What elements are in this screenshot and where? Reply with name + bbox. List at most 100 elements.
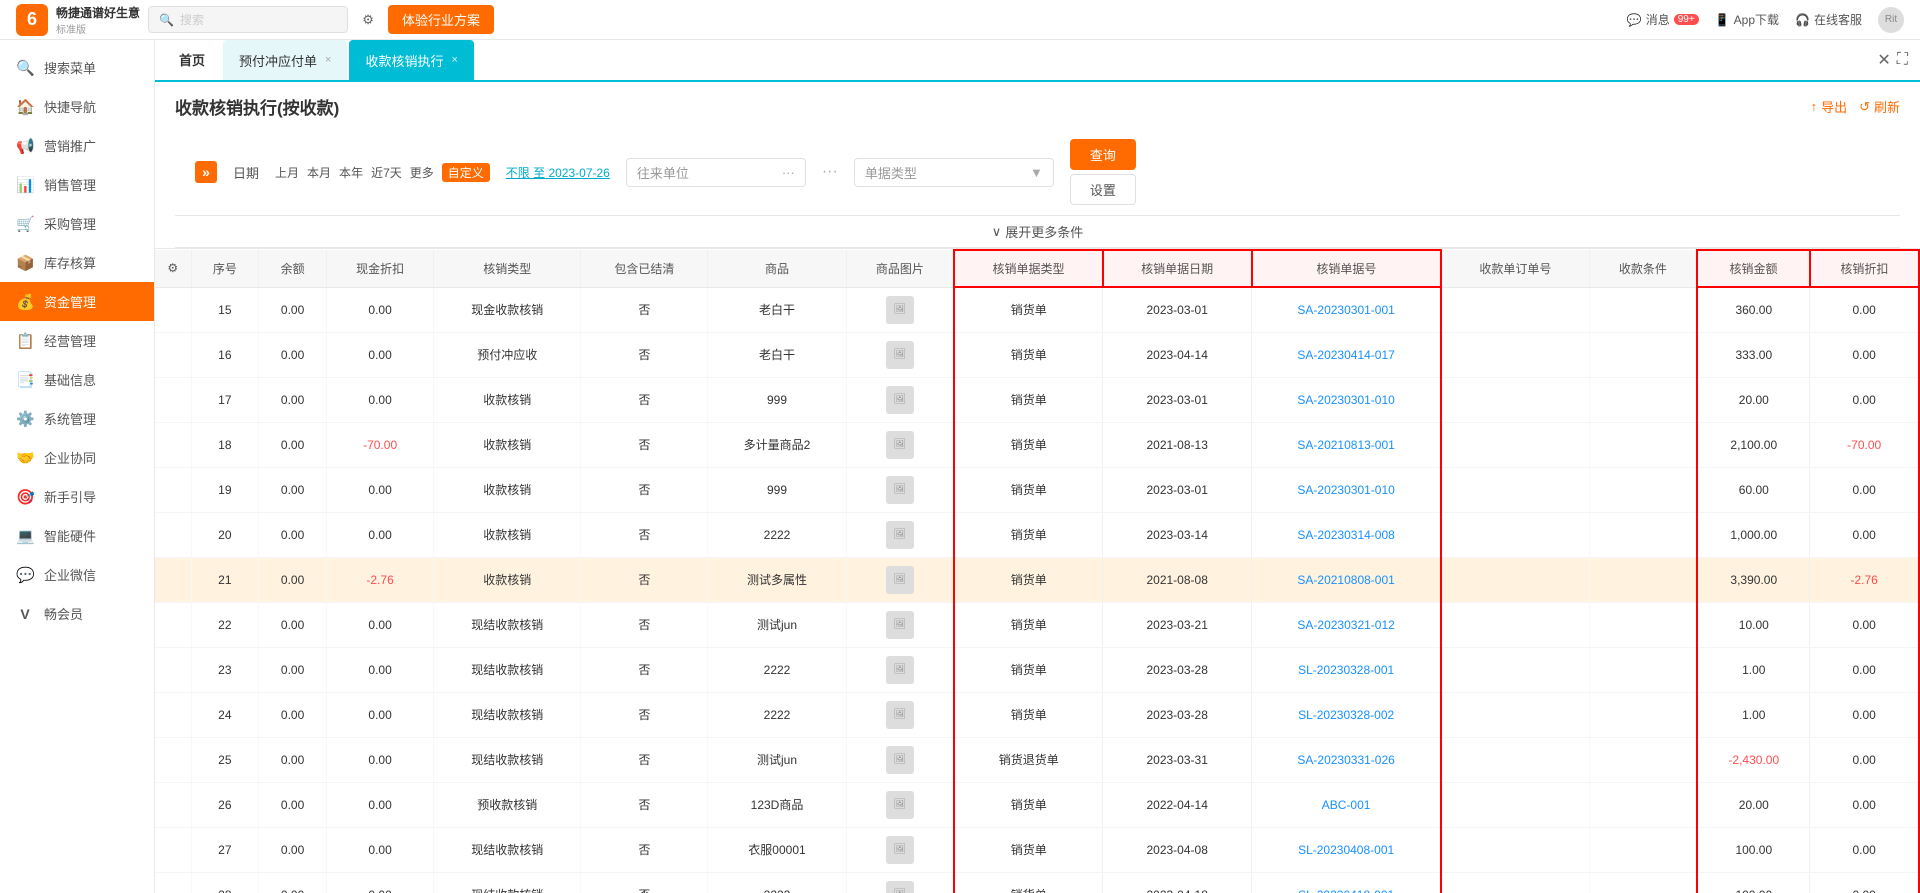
tab-collection[interactable]: 收款核销执行 × <box>349 40 473 80</box>
td-receipt-order-no <box>1441 377 1589 422</box>
export-btn[interactable]: ↑ 导出 <box>1811 97 1848 116</box>
brand-sub: 标准版 <box>56 21 140 36</box>
sidebar-item-operation[interactable]: 📋 经营管理 <box>0 321 154 360</box>
doc-link[interactable]: SA-20210808-001 <box>1297 573 1394 587</box>
sidebar-item-search[interactable]: 🔍 搜索菜单 <box>0 48 154 87</box>
td-cancel-discount: 0.00 <box>1810 692 1919 737</box>
expand-more-btn[interactable]: ∨ 展开更多条件 <box>992 222 1084 241</box>
date-opt-more[interactable]: 更多 <box>410 164 434 181</box>
page-actions: ↑ 导出 ↺ 刷新 <box>1811 97 1900 116</box>
filter-expand-btn[interactable]: » <box>195 161 217 183</box>
expand-icon: ∨ <box>992 224 1002 240</box>
sidebar-item-purchase[interactable]: 🛒 采购管理 <box>0 204 154 243</box>
table-row: 240.000.00现结收款核销否2222🖼销货单2023-03-28SL-20… <box>155 692 1919 737</box>
page-title: 收款核销执行(按收款) <box>175 94 339 119</box>
td-no: 17 <box>191 377 259 422</box>
search-bar-top[interactable]: 🔍 搜索 <box>148 6 348 33</box>
sidebar-item-sales[interactable]: 📊 销售管理 <box>0 165 154 204</box>
sidebar-item-finance[interactable]: 💰 资金管理 <box>0 282 154 321</box>
refresh-btn[interactable]: ↺ 刷新 <box>1859 97 1900 116</box>
doc-link[interactable]: SA-20230414-017 <box>1297 348 1394 362</box>
tab-expand-btn[interactable]: ⛶ <box>1897 51 1908 69</box>
table-row: 260.000.00预收款核销否123D商品🖼销货单2022-04-14ABC-… <box>155 782 1919 827</box>
online-service-btn[interactable]: 🎧 在线客服 <box>1795 11 1862 28</box>
table-wrapper: ⚙ 序号 余额 现金折扣 核销类型 包含已结清 商品 商品图片 核销单据类型 核… <box>155 249 1920 893</box>
date-opt-custom[interactable]: 自定义 <box>442 163 490 182</box>
doc-link[interactable]: SA-20230301-010 <box>1297 483 1394 497</box>
date-opt-this-month[interactable]: 本月 <box>307 164 331 181</box>
td-no: 23 <box>191 647 259 692</box>
sidebar-item-system[interactable]: ⚙️ 系统管理 <box>0 399 154 438</box>
date-range[interactable]: 不限 至 2023-07-26 <box>506 164 610 181</box>
sidebar-item-basic[interactable]: 📑 基础信息 <box>0 360 154 399</box>
page-content: 收款核销执行(按收款) ↑ 导出 ↺ 刷新 » <box>155 82 1920 893</box>
sidebar-item-guide[interactable]: 🎯 新手引导 <box>0 477 154 516</box>
tab-bar: 首页 预付冲应付单 × 收款核销执行 × ✕ ⛶ <box>155 40 1920 82</box>
sidebar-label-purchase: 采购管理 <box>44 214 96 233</box>
td-goods-img: 🖼 <box>846 422 954 467</box>
td-cancel-discount: 0.00 <box>1810 782 1919 827</box>
td-cancel-discount: -70.00 <box>1810 422 1919 467</box>
td-include-settled: 否 <box>581 377 708 422</box>
search-menu-icon: 🔍 <box>16 59 34 77</box>
from-unit-filter[interactable]: 往来单位 ··· <box>626 158 806 187</box>
tab-collection-close[interactable]: × <box>451 54 457 66</box>
doc-link[interactable]: SA-20230331-026 <box>1297 753 1394 767</box>
sidebar-item-marketing[interactable]: 📢 营销推广 <box>0 126 154 165</box>
doc-link[interactable]: SA-20230314-008 <box>1297 528 1394 542</box>
doc-link[interactable]: SL-20230408-001 <box>1298 843 1394 857</box>
tab-close-btn[interactable]: ✕ <box>1877 50 1890 70</box>
message-btn[interactable]: 💬 消息 99+ <box>1627 11 1699 28</box>
td-no: 24 <box>191 692 259 737</box>
td-goods-img: 🖼 <box>846 602 954 647</box>
user-avatar[interactable]: Rit <box>1878 7 1904 33</box>
td-no: 16 <box>191 332 259 377</box>
app-download-btn[interactable]: 📱 App下载 <box>1715 11 1779 28</box>
sidebar-item-nav[interactable]: 🏠 快捷导航 <box>0 87 154 126</box>
dropdown-arrow: ▼ <box>1030 165 1043 180</box>
filter-settings-btn[interactable]: 设置 <box>1070 174 1136 205</box>
tab-prepay-close[interactable]: × <box>325 54 331 66</box>
doc-link[interactable]: ABC-001 <box>1322 798 1371 812</box>
single-type-filter[interactable]: 单据类型 ▼ <box>854 158 1054 187</box>
td-receipt-condition <box>1589 782 1697 827</box>
sidebar-item-member[interactable]: V 畅会员 <box>0 594 154 633</box>
td-goods: 123D商品 <box>708 782 846 827</box>
td-receipt-order-no <box>1441 512 1589 557</box>
td-cancel-doc-no: SA-20230301-010 <box>1252 467 1442 512</box>
sidebar-item-hardware[interactable]: 💻 智能硬件 <box>0 516 154 555</box>
doc-link[interactable]: SA-20210813-001 <box>1297 438 1394 452</box>
doc-link[interactable]: SA-20230321-012 <box>1297 618 1394 632</box>
doc-link[interactable]: SA-20230301-010 <box>1297 393 1394 407</box>
tab-home[interactable]: 首页 <box>163 40 221 80</box>
td-balance: 0.00 <box>259 692 327 737</box>
sidebar-item-inventory[interactable]: 📦 库存核算 <box>0 243 154 282</box>
search-icon: 🔍 <box>159 13 174 27</box>
doc-link[interactable]: SL-20230328-002 <box>1298 708 1394 722</box>
date-opt-last-month[interactable]: 上月 <box>275 164 299 181</box>
td-cash-discount: 0.00 <box>326 692 433 737</box>
td-cancel-discount: 0.00 <box>1810 512 1919 557</box>
sidebar-item-collab[interactable]: 🤝 企业协同 <box>0 438 154 477</box>
td-no: 15 <box>191 287 259 332</box>
th-receipt-condition: 收款条件 <box>1589 250 1697 287</box>
doc-link[interactable]: SA-20230301-001 <box>1297 303 1394 317</box>
date-opt-7days[interactable]: 近7天 <box>371 164 402 181</box>
expand-more-bar: ∨ 展开更多条件 <box>175 216 1900 248</box>
app-icon: 📱 <box>1715 13 1730 27</box>
doc-link[interactable]: SL-20230328-001 <box>1298 663 1394 677</box>
td-receipt-order-no <box>1441 287 1589 332</box>
gear-icon[interactable]: ⚙ <box>356 8 380 32</box>
doc-link[interactable]: SL-20230418-001 <box>1298 888 1394 893</box>
sidebar-item-wechat[interactable]: 💬 企业微信 <box>0 555 154 594</box>
td-goods-img: 🖼 <box>846 512 954 557</box>
query-btn[interactable]: 查询 <box>1070 139 1136 170</box>
td-cancel-type: 收款核销 <box>434 512 581 557</box>
td-settings <box>155 872 191 893</box>
td-cash-discount: 0.00 <box>326 332 433 377</box>
tab-prepay[interactable]: 预付冲应付单 × <box>223 40 347 80</box>
table-row: 180.00-70.00收款核销否多计量商品2🖼销货单2021-08-13SA-… <box>155 422 1919 467</box>
trial-btn[interactable]: 体验行业方案 <box>388 5 494 34</box>
td-goods: 999 <box>708 377 846 422</box>
date-opt-this-year[interactable]: 本年 <box>339 164 363 181</box>
